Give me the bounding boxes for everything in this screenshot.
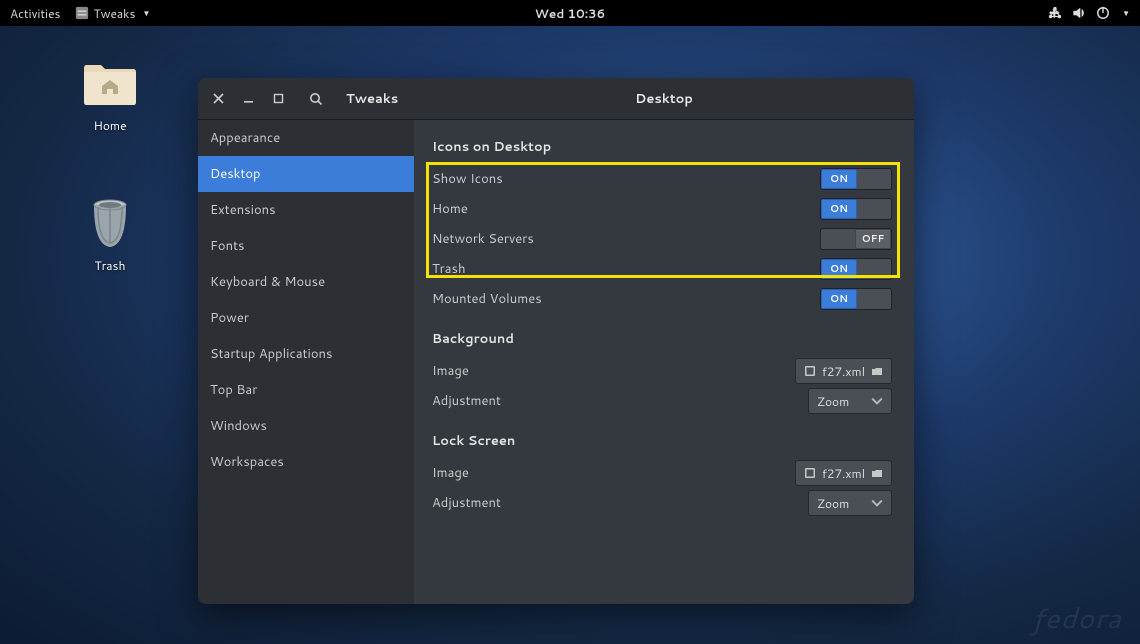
tweaks-window: Tweaks Desktop Appearance Desktop Extens… — [198, 78, 914, 604]
sidebar: Appearance Desktop Extensions Fonts Keyb… — [198, 120, 414, 604]
sidebar-item-extensions[interactable]: Extensions — [198, 192, 414, 228]
system-menu-chevron-icon: ▼ — [1122, 7, 1130, 19]
image-file-icon — [804, 365, 816, 377]
close-icon — [213, 93, 224, 104]
window-app-title: Tweaks — [346, 90, 398, 108]
row-lockscreen-adjustment-label: Adjustment — [432, 494, 501, 512]
lockscreen-adjustment-value: Zoom — [817, 495, 849, 512]
toggle-state: ON — [822, 202, 856, 216]
row-background-adjustment: Adjustment Zoom — [432, 386, 892, 416]
lockscreen-image-value: f27.xml — [822, 465, 865, 482]
background-adjustment-combo[interactable]: Zoom — [808, 388, 892, 414]
toggle-state: ON — [822, 262, 856, 276]
row-show-icons: Show Icons ON — [432, 164, 892, 194]
background-adjustment-value: Zoom — [817, 393, 849, 410]
background-image-value: f27.xml — [822, 363, 865, 380]
activities-button[interactable]: Activities — [10, 5, 61, 22]
tweaks-app-icon — [75, 6, 89, 20]
toggle-state: ON — [822, 292, 856, 306]
maximize-icon — [273, 93, 284, 104]
row-lockscreen-image-label: Image — [432, 464, 469, 482]
row-trash-label: Trash — [432, 260, 466, 278]
row-show-icons-label: Show Icons — [432, 170, 503, 188]
toggle-trash[interactable]: ON — [820, 258, 892, 280]
open-folder-icon — [871, 467, 883, 479]
toggle-mounted-volumes[interactable]: ON — [820, 288, 892, 310]
search-icon — [309, 92, 323, 106]
lockscreen-image-chooser[interactable]: f27.xml — [795, 460, 892, 486]
window-panel-title: Desktop — [414, 90, 914, 108]
desktop-icon-trash-label: Trash — [65, 257, 155, 274]
row-network-servers: Network Servers OFF — [432, 224, 892, 254]
top-panel: Activities Tweaks ▼ Wed 10:36 ▼ — [0, 0, 1140, 26]
row-background-adjustment-label: Adjustment — [432, 392, 501, 410]
toggle-state: OFF — [856, 232, 890, 246]
toggle-state: ON — [822, 172, 856, 186]
sidebar-item-windows[interactable]: Windows — [198, 408, 414, 444]
sidebar-item-startup-applications[interactable]: Startup Applications — [198, 336, 414, 372]
trash-icon — [88, 197, 132, 249]
row-background-image-label: Image — [432, 362, 469, 380]
row-home-label: Home — [432, 200, 468, 218]
row-background-image: Image f27.xml — [432, 356, 892, 386]
row-trash: Trash ON — [432, 254, 892, 284]
chevron-down-icon — [871, 395, 883, 407]
desktop-icon-home-label: Home — [65, 117, 155, 134]
section-icons-on-desktop-title: Icons on Desktop — [432, 138, 892, 156]
sidebar-item-appearance[interactable]: Appearance — [198, 120, 414, 156]
row-lockscreen-image: Image f27.xml — [432, 458, 892, 488]
app-menu-label: Tweaks — [94, 5, 136, 22]
volume-icon[interactable] — [1072, 6, 1086, 20]
folder-home-icon — [82, 58, 138, 108]
background-image-chooser[interactable]: f27.xml — [795, 358, 892, 384]
image-file-icon — [804, 467, 816, 479]
toggle-home[interactable]: ON — [820, 198, 892, 220]
sidebar-item-power[interactable]: Power — [198, 300, 414, 336]
row-lockscreen-adjustment: Adjustment Zoom — [432, 488, 892, 518]
row-home: Home ON — [432, 194, 892, 224]
close-button[interactable] — [204, 85, 232, 113]
sidebar-item-desktop[interactable]: Desktop — [198, 156, 414, 192]
maximize-button[interactable] — [264, 85, 292, 113]
minimize-button[interactable] — [234, 85, 262, 113]
power-icon[interactable] — [1096, 6, 1110, 20]
row-mounted-volumes: Mounted Volumes ON — [432, 284, 892, 314]
desktop-icon-home[interactable]: Home — [65, 55, 155, 134]
section-background-title: Background — [432, 330, 892, 348]
toggle-network-servers[interactable]: OFF — [820, 228, 892, 250]
app-menu[interactable]: Tweaks ▼ — [75, 5, 151, 22]
open-folder-icon — [871, 365, 883, 377]
section-lockscreen-title: Lock Screen — [432, 432, 892, 450]
lockscreen-adjustment-combo[interactable]: Zoom — [808, 490, 892, 516]
search-button[interactable] — [302, 85, 330, 113]
row-mounted-volumes-label: Mounted Volumes — [432, 290, 542, 308]
toggle-show-icons[interactable]: ON — [820, 168, 892, 190]
minimize-icon — [243, 93, 254, 104]
sidebar-item-keyboard-mouse[interactable]: Keyboard & Mouse — [198, 264, 414, 300]
clock[interactable]: Wed 10:36 — [535, 5, 605, 22]
row-network-servers-label: Network Servers — [432, 230, 534, 248]
app-menu-chevron-icon: ▼ — [142, 7, 150, 19]
network-icon[interactable] — [1048, 6, 1062, 20]
sidebar-item-top-bar[interactable]: Top Bar — [198, 372, 414, 408]
sidebar-item-fonts[interactable]: Fonts — [198, 228, 414, 264]
content-pane: Icons on Desktop Show Icons ON Home ON N… — [414, 120, 914, 604]
chevron-down-icon — [871, 497, 883, 509]
desktop-icon-trash[interactable]: Trash — [65, 195, 155, 274]
sidebar-item-workspaces[interactable]: Workspaces — [198, 444, 414, 480]
fedora-watermark: fedora — [1033, 598, 1122, 638]
titlebar: Tweaks Desktop — [198, 78, 914, 120]
